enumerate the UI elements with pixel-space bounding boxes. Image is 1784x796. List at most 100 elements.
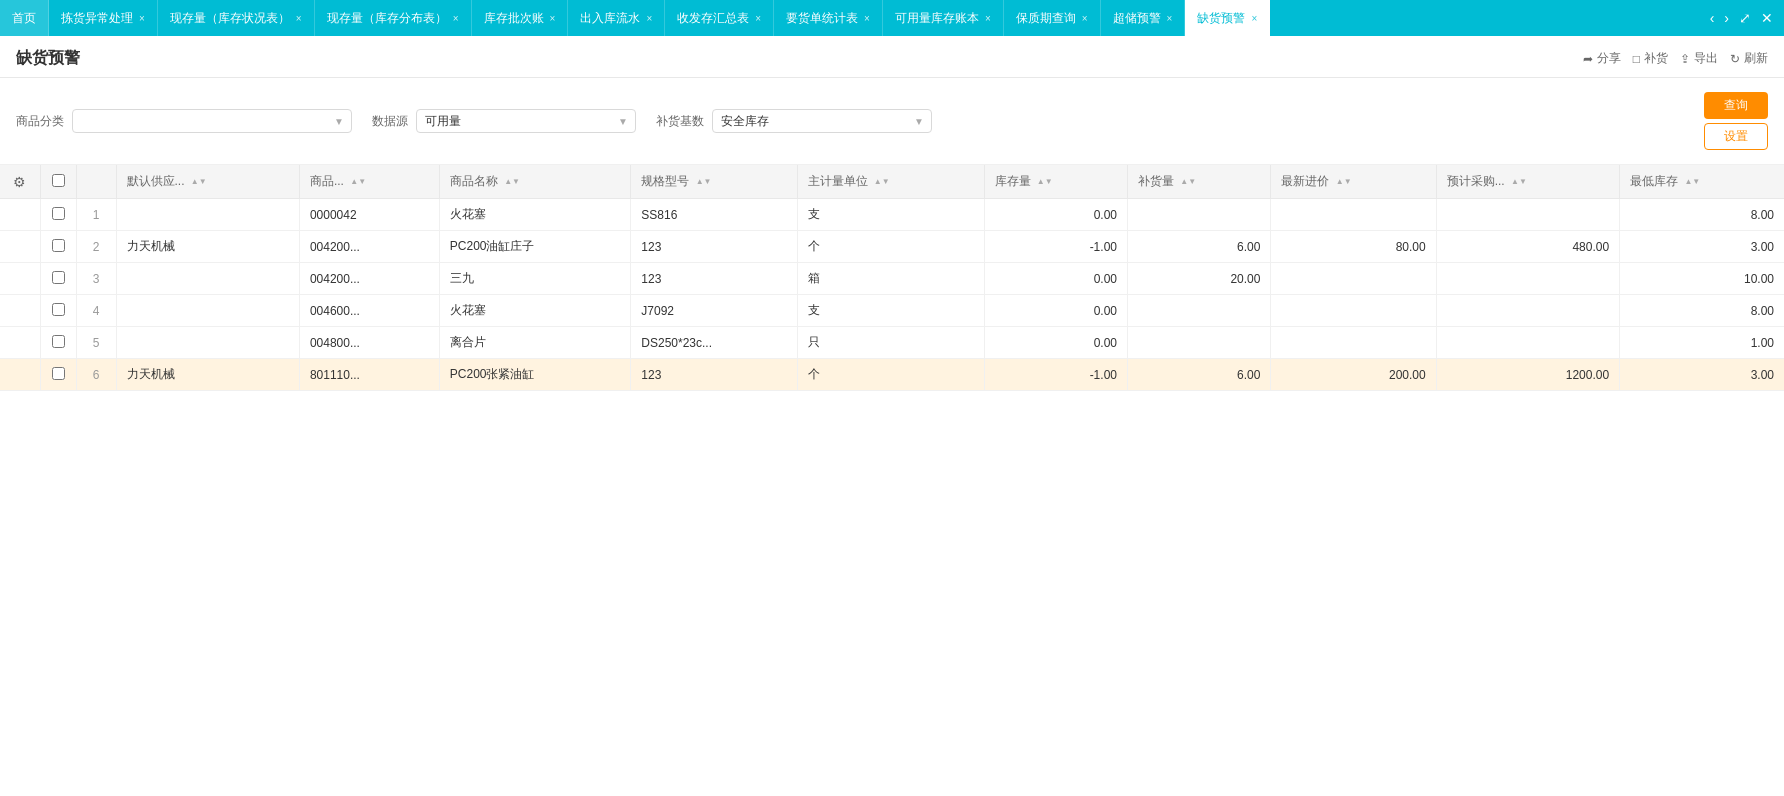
prev-tab-button[interactable]: ‹ [1705,10,1720,26]
cell-stock-qty: 0.00 [984,327,1127,359]
tab-available-ledger-close[interactable]: × [985,13,991,24]
cell-product-code: 004200... [299,263,439,295]
row-settings-cell [0,295,40,327]
cell-product-code: 004600... [299,295,439,327]
row-checkbox-4[interactable] [52,303,65,316]
cell-stock-qty: 0.00 [984,263,1127,295]
cell-unit: 个 [797,231,984,263]
col-header-supplier[interactable]: 默认供应... ▲▼ [116,165,299,199]
col-header-checkbox[interactable] [40,165,76,199]
tab-inventory-dist[interactable]: 现存量（库存分布表） × [315,0,472,36]
cell-est-purchase: 1200.00 [1436,359,1619,391]
restock-base-select[interactable]: 安全库存 [712,109,932,133]
refresh-button[interactable]: ↻ 刷新 [1730,50,1768,67]
sort-spec-icon: ▲▼ [696,178,712,186]
table-row: 6 力天机械 801110... PC200张紧油缸 123 个 -1.00 6… [0,359,1784,391]
row-checkbox-cell[interactable] [40,359,76,391]
col-header-unit[interactable]: 主计量单位 ▲▼ [797,165,984,199]
col-header-index [76,165,116,199]
cell-est-purchase [1436,295,1619,327]
cell-product-name: 三九 [439,263,631,295]
col-header-restock-qty[interactable]: 补货量 ▲▼ [1127,165,1270,199]
row-checkbox-2[interactable] [52,239,65,252]
next-tab-button[interactable]: › [1719,10,1734,26]
cell-restock-qty: 6.00 [1127,231,1270,263]
sort-unit-icon: ▲▼ [874,178,890,186]
tab-expiry-query-close[interactable]: × [1082,13,1088,24]
query-button[interactable]: 查询 [1704,92,1768,119]
tab-batch-account[interactable]: 库存批次账 × [472,0,569,36]
tab-inventory-status-close[interactable]: × [296,13,302,24]
row-checkbox-cell[interactable] [40,199,76,231]
row-checkbox-cell[interactable] [40,327,76,359]
tab-home[interactable]: 首页 [0,0,49,36]
tab-batch-account-close[interactable]: × [550,13,556,24]
table-row: 4 004600... 火花塞 J7092 支 0.00 8.00 [0,295,1784,327]
cell-est-purchase [1436,199,1619,231]
tab-inout-flow[interactable]: 出入库流水 × [568,0,665,36]
tab-order-stats-close[interactable]: × [864,13,870,24]
tab-exception[interactable]: 拣货异常处理 × [49,0,158,36]
row-checkbox-3[interactable] [52,271,65,284]
cell-restock-qty [1127,199,1270,231]
replenish-button[interactable]: □ 补货 [1633,50,1668,67]
tab-exception-close[interactable]: × [139,13,145,24]
export-button[interactable]: ⇪ 导出 [1680,50,1718,67]
cell-supplier [116,263,299,295]
export-icon: ⇪ [1680,52,1690,66]
table-header-row: ⚙ 默认供应... ▲▼ 商品... ▲▼ 商品名称 [0,165,1784,199]
cell-index: 1 [76,199,116,231]
row-checkbox-cell[interactable] [40,231,76,263]
row-checkbox-6[interactable] [52,367,65,380]
tab-collect-summary-close[interactable]: × [755,13,761,24]
col-header-stock-qty[interactable]: 库存量 ▲▼ [984,165,1127,199]
cell-restock-qty [1127,327,1270,359]
cell-est-purchase: 480.00 [1436,231,1619,263]
tab-inventory-dist-close[interactable]: × [453,13,459,24]
filter-actions: 查询 设置 [1704,92,1768,150]
tab-overstock[interactable]: 超储预警 × [1101,0,1186,36]
tab-shortage-close[interactable]: × [1251,13,1257,24]
cell-product-name: PC200油缸庄子 [439,231,631,263]
col-header-product-name[interactable]: 商品名称 ▲▼ [439,165,631,199]
cell-unit: 支 [797,295,984,327]
column-settings-icon[interactable]: ⚙ [13,174,26,190]
data-table: ⚙ 默认供应... ▲▼ 商品... ▲▼ 商品名称 [0,165,1784,391]
cell-restock-qty [1127,295,1270,327]
restore-window-button[interactable]: ⤢ [1734,10,1756,26]
tab-shortage[interactable]: 缺货预警 × [1185,0,1270,36]
cell-unit: 只 [797,327,984,359]
datasource-filter-group: 数据源 可用量 [372,109,636,133]
restock-base-label: 补货基数 [656,113,704,130]
col-header-est-purchase[interactable]: 预计采购... ▲▼ [1436,165,1619,199]
tab-order-stats[interactable]: 要货单统计表 × [774,0,883,36]
tab-inventory-status[interactable]: 现存量（库存状况表） × [158,0,315,36]
tab-overstock-close[interactable]: × [1167,13,1173,24]
close-window-button[interactable]: ✕ [1756,10,1778,26]
tab-available-ledger[interactable]: 可用量库存账本 × [883,0,1004,36]
cell-unit: 个 [797,359,984,391]
cell-latest-price: 80.00 [1271,231,1436,263]
datasource-select[interactable]: 可用量 [416,109,636,133]
select-all-checkbox[interactable] [52,174,65,187]
col-header-spec[interactable]: 规格型号 ▲▼ [631,165,797,199]
tab-collect-summary[interactable]: 收发存汇总表 × [665,0,774,36]
row-checkbox-1[interactable] [52,207,65,220]
share-button[interactable]: ➦ 分享 [1583,50,1621,67]
tab-inout-flow-close[interactable]: × [646,13,652,24]
col-header-min-stock[interactable]: 最低库存 ▲▼ [1620,165,1784,199]
category-select-wrapper [72,109,352,133]
settings-button[interactable]: 设置 [1704,123,1768,150]
cell-index: 2 [76,231,116,263]
col-header-settings[interactable]: ⚙ [0,165,40,199]
tab-expiry-query[interactable]: 保质期查询 × [1004,0,1101,36]
cell-supplier [116,295,299,327]
category-select[interactable] [72,109,352,133]
row-checkbox-cell[interactable] [40,263,76,295]
row-checkbox-5[interactable] [52,335,65,348]
cell-latest-price [1271,199,1436,231]
col-header-latest-price[interactable]: 最新进价 ▲▼ [1271,165,1436,199]
row-checkbox-cell[interactable] [40,295,76,327]
col-header-product-code[interactable]: 商品... ▲▼ [299,165,439,199]
table-row: 3 004200... 三九 123 箱 0.00 20.00 10.00 [0,263,1784,295]
